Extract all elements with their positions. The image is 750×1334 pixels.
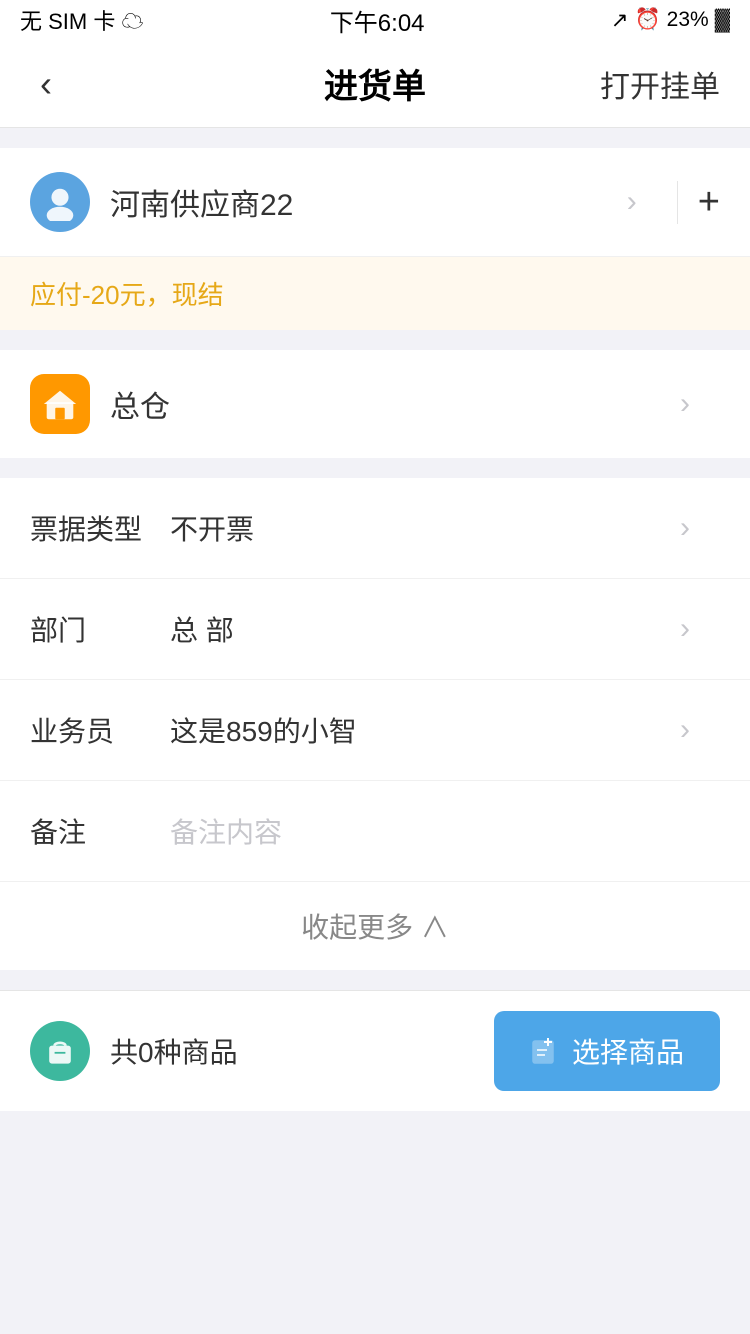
department-value: 总 部 (150, 609, 680, 649)
product-bag-icon (30, 1021, 90, 1081)
section-divider-2 (0, 330, 750, 350)
remark-label: 备注 (30, 811, 150, 851)
warehouse-icon (30, 374, 90, 434)
invoice-type-row[interactable]: 票据类型 不开票 › (0, 478, 750, 578)
salesperson-row[interactable]: 业务员 这是859的小智 › (0, 679, 750, 780)
department-row[interactable]: 部门 总 部 › (0, 578, 750, 679)
department-chevron-icon: › (680, 612, 690, 646)
battery-text: 23% (667, 8, 709, 32)
section-divider-top (0, 128, 750, 148)
warehouse-section: 总仓 › (0, 350, 750, 458)
invoice-type-value: 不开票 (150, 508, 680, 548)
supplier-section: 河南供应商22 › + 应付-20元，现结 (0, 148, 750, 330)
battery-icon: ▓ (715, 8, 730, 32)
collapse-button[interactable]: 收起更多 ∧ (0, 881, 750, 970)
product-count-text: 共0种商品 (110, 1031, 474, 1071)
warehouse-row[interactable]: 总仓 › (0, 350, 750, 458)
network-status: 无 SIM 卡 ☁ (20, 4, 143, 36)
page-title: 进货单 (324, 59, 426, 108)
supplier-avatar (30, 172, 90, 232)
alarm-icon: ⏰ (635, 8, 661, 32)
supplier-name: 河南供应商22 (110, 180, 627, 224)
back-button[interactable]: ‹ (30, 53, 62, 115)
salesperson-label: 业务员 (30, 710, 150, 750)
salesperson-value: 这是859的小智 (150, 710, 680, 750)
department-label: 部门 (30, 609, 150, 649)
status-right: ↗ ⏰ 23% ▓ (611, 8, 730, 33)
salesperson-chevron-icon: › (680, 713, 690, 747)
location-icon: ↗ (611, 8, 629, 33)
supplier-chevron-icon: › (627, 185, 637, 219)
status-bar: 无 SIM 卡 ☁ 下午6:04 ↗ ⏰ 23% ▓ (0, 0, 750, 40)
section-divider-3 (0, 458, 750, 478)
warehouse-chevron-icon: › (680, 387, 690, 421)
warehouse-name: 总仓 (110, 382, 680, 426)
form-section: 票据类型 不开票 › 部门 总 部 › 业务员 这是859的小智 › 备注 备注… (0, 478, 750, 970)
invoice-type-chevron-icon: › (680, 511, 690, 545)
notice-bar: 应付-20元，现结 (0, 257, 750, 330)
select-product-button[interactable]: 选择商品 (494, 1011, 720, 1091)
status-time: 下午6:04 (330, 3, 425, 38)
bottom-bar: 共0种商品 选择商品 (0, 990, 750, 1111)
supplier-row[interactable]: 河南供应商22 › + (0, 148, 750, 257)
invoice-type-label: 票据类型 (30, 508, 150, 548)
remark-input[interactable]: 备注内容 (150, 811, 720, 851)
open-pending-button[interactable]: 打开挂单 (600, 62, 720, 106)
add-supplier-button[interactable]: + (677, 181, 720, 224)
remark-row[interactable]: 备注 备注内容 (0, 780, 750, 881)
status-left: 无 SIM 卡 ☁ (20, 4, 143, 36)
select-product-label: 选择商品 (572, 1031, 684, 1071)
